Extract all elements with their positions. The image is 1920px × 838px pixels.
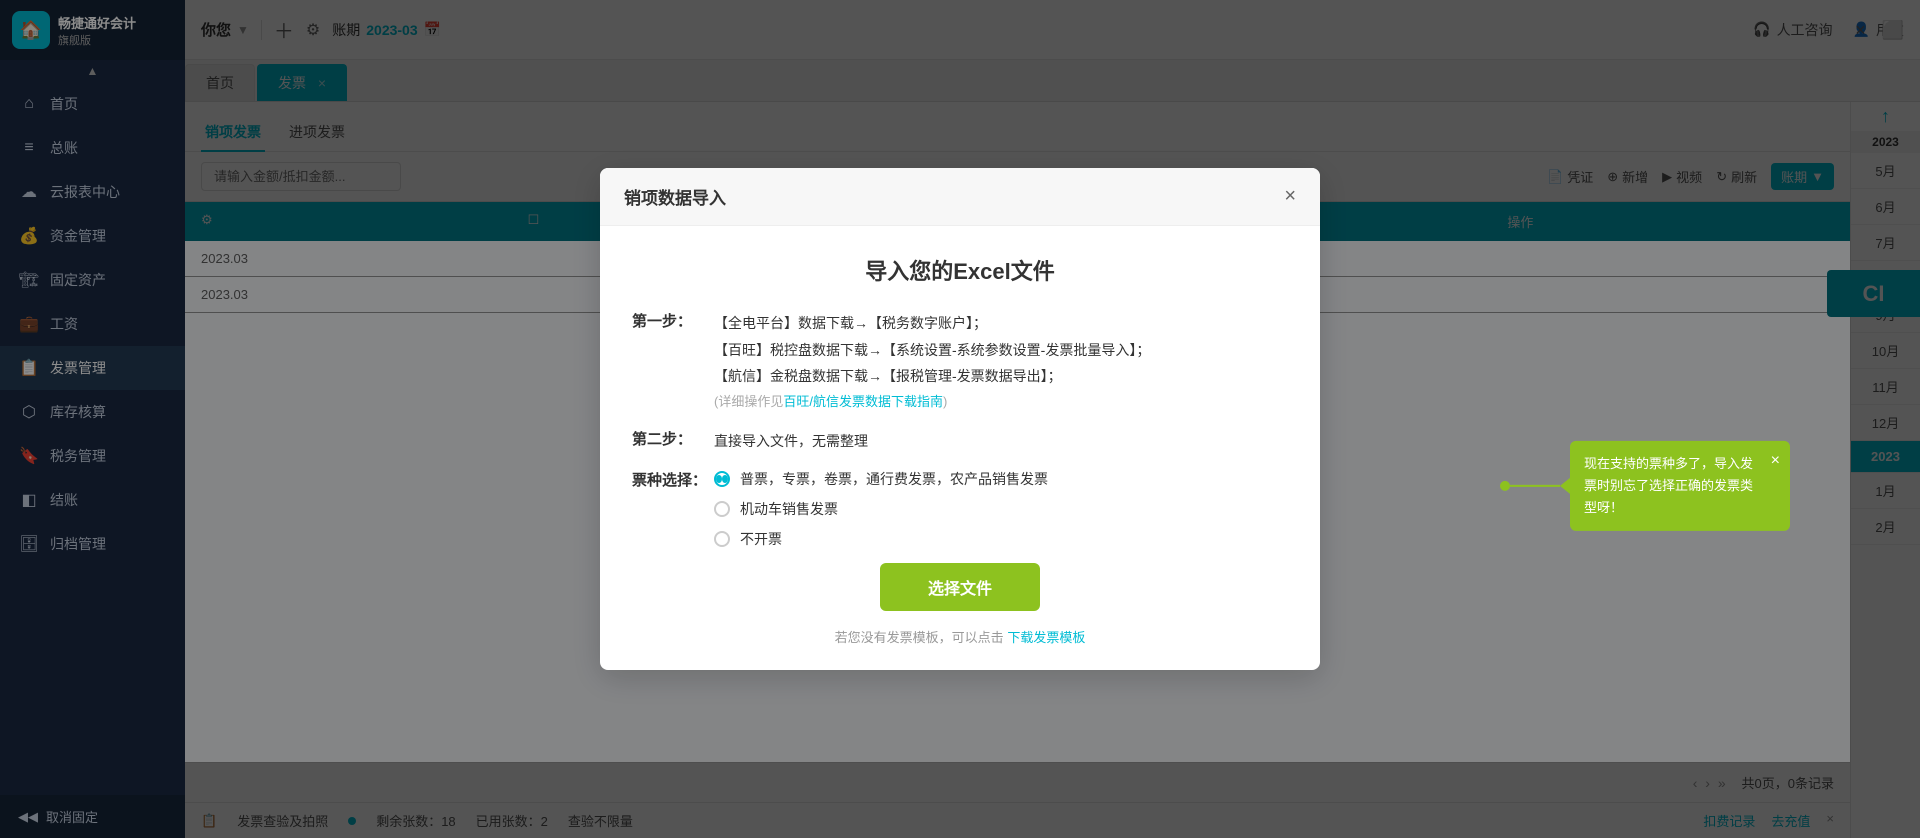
- tooltip-close-button[interactable]: ×: [1771, 447, 1780, 474]
- step1-label: 第一步：: [632, 310, 702, 331]
- radio-normal[interactable]: 普票，专票，卷票，通行费发票，农产品销售发票: [714, 469, 1048, 489]
- download-hint: 若您没有发票模板，可以点击: [835, 630, 1004, 645]
- step1-link[interactable]: 百旺/航信发票数据下载指南: [783, 394, 943, 409]
- step1-content: 【全电平台】数据下载→【税务数字账户】； 【百旺】税控盘数据下载→【系统设置-系…: [714, 310, 1150, 414]
- tooltip-arrow: [1560, 478, 1570, 494]
- radio-motor[interactable]: 机动车销售发票: [714, 499, 1048, 519]
- tooltip-text: 现在支持的票种多了，导入发票时别忘了选择正确的发票类型呀！: [1584, 456, 1753, 515]
- step2-content: 直接导入文件，无需整理: [714, 428, 868, 455]
- step1: 第一步： 【全电平台】数据下载→【税务数字账户】； 【百旺】税控盘数据下载→【系…: [632, 310, 1288, 414]
- step1-hint: (详细操作见百旺/航信发票数据下载指南): [714, 390, 1150, 415]
- step1-line2: 【百旺】税控盘数据下载→【系统设置-系统参数设置-发票批量导入】；: [714, 337, 1150, 364]
- dialog-body: 导入您的Excel文件 第一步： 【全电平台】数据下载→【税务数字账户】； 【百…: [600, 226, 1320, 670]
- radio-motor-label: 机动车销售发票: [740, 499, 838, 519]
- radio-normal-circle: [714, 471, 730, 487]
- tooltip-dot: [1500, 481, 1510, 491]
- dialog-title: 销项数据导入: [624, 184, 726, 209]
- dialog-main-title: 导入您的Excel文件: [632, 254, 1288, 286]
- import-dialog: 销项数据导入 × 导入您的Excel文件 第一步： 【全电平台】数据下载→【税务…: [600, 168, 1320, 670]
- radio-none[interactable]: 不开票: [714, 529, 1048, 549]
- step2: 第二步： 直接导入文件，无需整理: [632, 428, 1288, 455]
- radio-none-label: 不开票: [740, 529, 782, 549]
- radio-none-circle: [714, 531, 730, 547]
- radio-group: 普票，专票，卷票，通行费发票，农产品销售发票 机动车销售发票 不开票: [714, 469, 1048, 549]
- modal-overlay: 销项数据导入 × 导入您的Excel文件 第一步： 【全电平台】数据下载→【税务…: [0, 0, 1920, 838]
- step2-label: 第二步：: [632, 428, 702, 449]
- download-link[interactable]: 下载发票模板: [1007, 630, 1085, 645]
- download-template: 若您没有发票模板，可以点击 下载发票模板: [632, 627, 1288, 646]
- dialog-header: 销项数据导入 ×: [600, 168, 1320, 226]
- tooltip-line: [1510, 485, 1560, 487]
- radio-normal-label: 普票，专票，卷票，通行费发票，农产品销售发票: [740, 469, 1048, 489]
- select-file-button[interactable]: 选择文件: [880, 563, 1040, 611]
- step1-line3: 【航信】金税盘数据下载→【报税管理-发票数据导出】；: [714, 363, 1150, 390]
- step1-line1: 【全电平台】数据下载→【税务数字账户】；: [714, 310, 1150, 337]
- ticket-label: 票种选择：: [632, 469, 714, 490]
- hint-prefix: (详细操作见: [714, 394, 783, 409]
- tooltip-bubble: × 现在支持的票种多了，导入发票时别忘了选择正确的发票类型呀！: [1570, 441, 1790, 531]
- radio-normal-dot: [716, 475, 722, 483]
- ticket-selection: 票种选择： 普票，专票，卷票，通行费发票，农产品销售发票 机动车销售发票: [632, 469, 1288, 549]
- dialog-close-button[interactable]: ×: [1284, 185, 1296, 208]
- radio-motor-circle: [714, 501, 730, 517]
